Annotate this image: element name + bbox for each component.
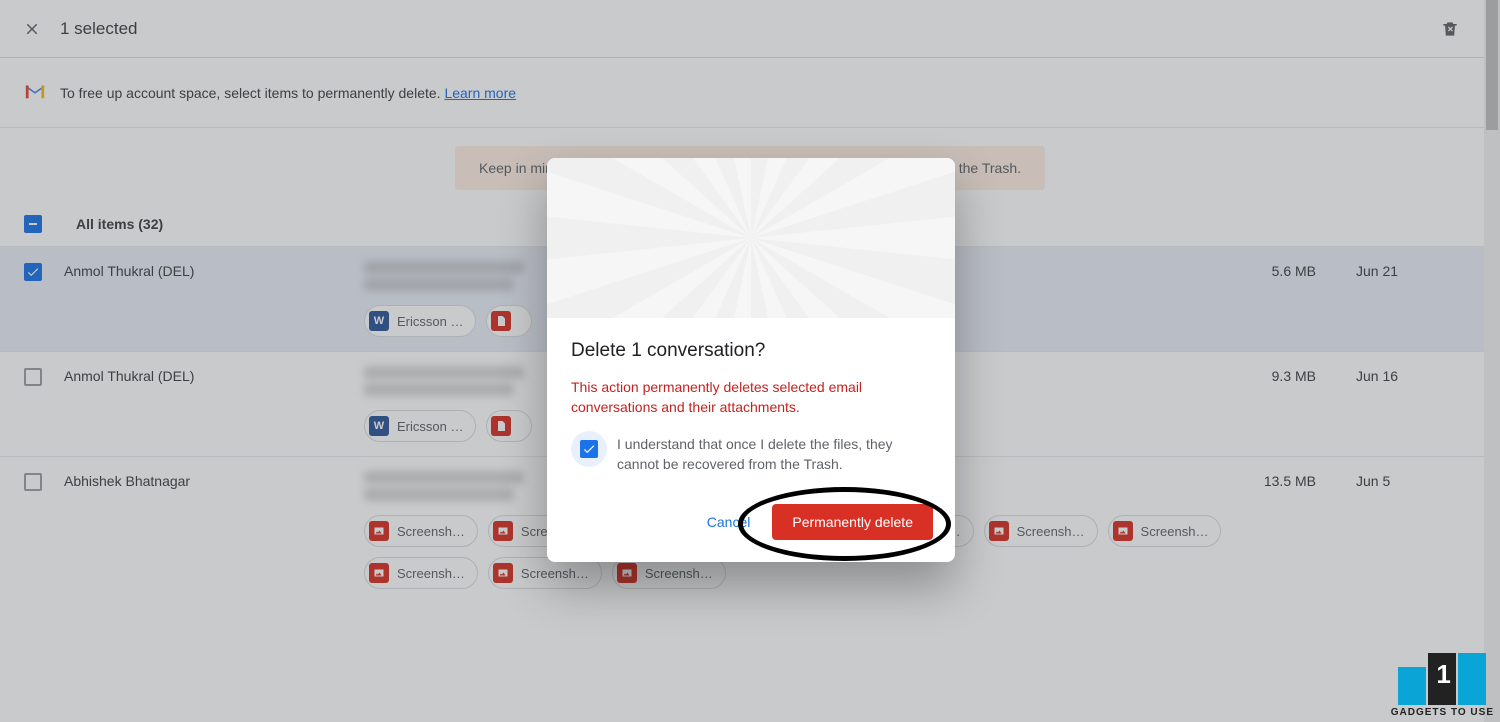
row-date: Jun 5 <box>1356 471 1476 589</box>
image-icon <box>989 521 1009 541</box>
row-size: 13.5 MB <box>1236 471 1356 589</box>
row-checkbox[interactable] <box>24 263 42 281</box>
storage-info-banner: To free up account space, select items t… <box>0 58 1500 128</box>
attachment-label: Screensh… <box>397 566 465 581</box>
permanently-delete-button[interactable]: Permanently delete <box>772 504 933 540</box>
dialog-title: Delete 1 conversation? <box>571 340 931 362</box>
trash-notice-suffix: the Trash. <box>959 160 1021 176</box>
row-checkbox[interactable] <box>24 368 42 386</box>
cancel-button[interactable]: Cancel <box>703 506 755 538</box>
selection-count-label: 1 selected <box>60 19 138 39</box>
word-doc-icon: W <box>369 311 389 331</box>
attachment-label: Screensh… <box>1141 524 1209 539</box>
attachment-chip[interactable] <box>486 305 532 337</box>
row-date: Jun 16 <box>1356 366 1476 442</box>
pdf-icon <box>491 311 511 331</box>
attachment-chip[interactable]: Screensh… <box>364 557 478 589</box>
delete-forever-button[interactable] <box>1432 11 1468 47</box>
image-icon <box>493 563 513 583</box>
image-icon <box>369 563 389 583</box>
attachment-label: Screensh… <box>1017 524 1085 539</box>
image-icon <box>369 521 389 541</box>
storage-info-message: To free up account space, select items t… <box>60 85 444 101</box>
row-size: 5.6 MB <box>1236 261 1356 337</box>
watermark: GADGETS TO USE <box>1391 653 1494 718</box>
gmail-icon <box>24 82 46 104</box>
row-date: Jun 21 <box>1356 261 1476 337</box>
close-selection-button[interactable] <box>14 11 50 47</box>
attachment-label: Ericsson … <box>397 419 463 434</box>
row-sender: Abhishek Bhatnagar <box>64 471 364 589</box>
dialog-hero-image <box>547 158 955 318</box>
delete-dialog: Delete 1 conversation? This action perma… <box>547 158 955 562</box>
dialog-actions: Cancel Permanently delete <box>547 494 955 562</box>
watermark-text: GADGETS TO USE <box>1391 707 1494 718</box>
word-doc-icon: W <box>369 416 389 436</box>
image-icon <box>1113 521 1133 541</box>
row-sender: Anmol Thukral (DEL) <box>64 261 364 337</box>
attachment-label: Screensh… <box>397 524 465 539</box>
pdf-icon <box>491 416 511 436</box>
row-size: 9.3 MB <box>1236 366 1356 442</box>
row-sender: Anmol Thukral (DEL) <box>64 366 364 442</box>
learn-more-link[interactable]: Learn more <box>444 85 516 101</box>
attachment-chip[interactable]: Screensh… <box>364 515 478 547</box>
selection-toolbar: 1 selected <box>0 0 1500 58</box>
attachment-label: Ericsson … <box>397 314 463 329</box>
image-icon <box>617 563 637 583</box>
dialog-confirm-row: I understand that once I delete the file… <box>571 435 931 474</box>
confirm-checkbox-wrap[interactable] <box>571 431 607 467</box>
attachment-label: Screensh… <box>645 566 713 581</box>
image-icon <box>493 521 513 541</box>
dialog-warning-text: This action permanently deletes selected… <box>571 378 931 417</box>
attachment-chip[interactable]: W Ericsson … <box>364 305 476 337</box>
select-all-checkbox[interactable] <box>24 215 42 233</box>
scrollbar-thumb[interactable] <box>1486 0 1498 130</box>
vertical-scrollbar[interactable] <box>1484 0 1500 722</box>
list-header-label: All items (32) <box>76 216 163 232</box>
attachment-label: Screensh… <box>521 566 589 581</box>
attachment-chip[interactable]: Screensh… <box>1108 515 1222 547</box>
row-checkbox[interactable] <box>24 473 42 491</box>
app-root: 1 selected To free up account space, sel… <box>0 0 1500 722</box>
attachment-chip[interactable]: W Ericsson … <box>364 410 476 442</box>
confirm-text: I understand that once I delete the file… <box>617 435 931 474</box>
storage-info-text: To free up account space, select items t… <box>60 85 516 101</box>
attachment-chip[interactable]: Screensh… <box>984 515 1098 547</box>
attachment-chip[interactable] <box>486 410 532 442</box>
confirm-checkbox[interactable] <box>580 440 598 458</box>
